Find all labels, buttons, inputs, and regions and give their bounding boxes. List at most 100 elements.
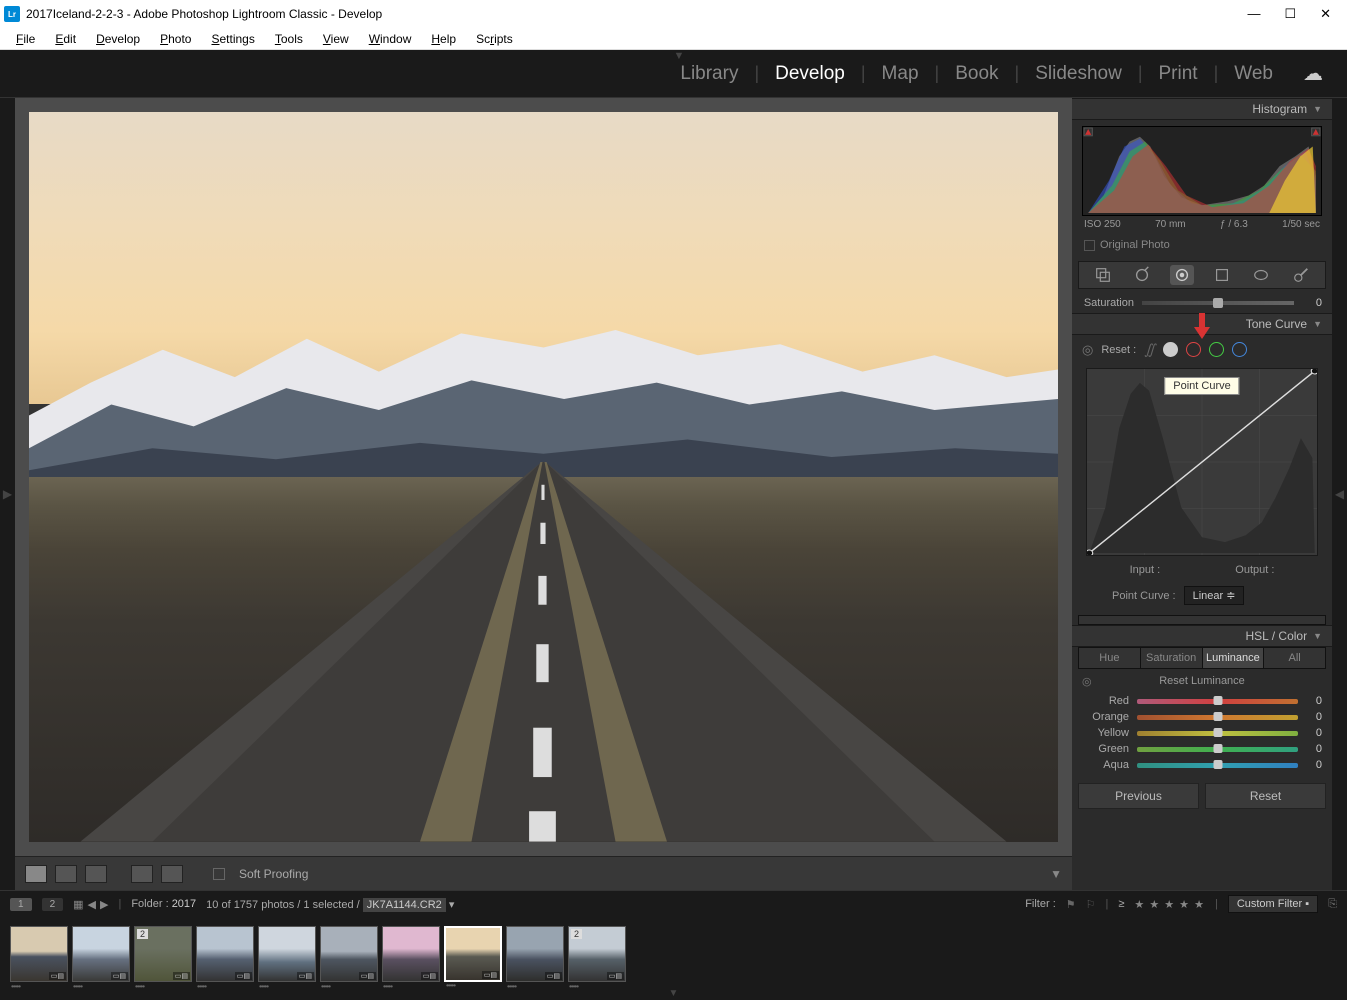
toolbar-menu-icon[interactable]: ▼ [1050,867,1062,881]
hsl-yellow-slider[interactable] [1137,731,1298,736]
menu-develop[interactable]: Develop [86,32,150,46]
tone-target-icon[interactable]: ◎ [1082,342,1093,358]
original-photo-checkbox[interactable] [1084,240,1095,251]
panel-switch[interactable] [1078,615,1326,625]
view-beforeafter-lr-button[interactable] [55,865,77,883]
channel-green-button[interactable] [1209,342,1224,357]
hsl-tab-saturation[interactable]: Saturation [1141,648,1203,668]
filter-lock-icon[interactable]: ⎘ [1328,898,1337,911]
view-loupe-button[interactable] [25,865,47,883]
adjustment-brush-tool[interactable] [1289,265,1313,285]
reset-button[interactable]: Reset [1205,783,1326,809]
module-tab-web[interactable]: Web [1218,63,1289,85]
preview-image [29,112,1058,842]
minimize-button[interactable]: — [1247,6,1260,22]
module-tab-library[interactable]: Library [664,63,754,85]
channel-red-button[interactable] [1186,342,1201,357]
thumbnail[interactable]: •••••▭▤ [444,926,502,982]
expand-top-icon[interactable]: ▼ [674,50,685,62]
saturation-slider[interactable] [1142,301,1294,305]
channel-blue-button[interactable] [1232,342,1247,357]
hsl-green-slider[interactable] [1137,747,1298,752]
iso-value: ISO 250 [1084,219,1121,230]
channel-rgb-icon[interactable]: ∬ [1144,341,1155,358]
filter-ge-label: ≥ [1118,898,1124,910]
hsl-orange-slider[interactable] [1137,715,1298,720]
soft-proofing-checkbox[interactable] [213,868,225,880]
module-tab-map[interactable]: Map [866,63,935,85]
grid-view-icon[interactable]: ▦ [73,898,83,911]
module-tab-develop[interactable]: Develop [759,63,861,85]
graduated-filter-tool[interactable] [1210,265,1234,285]
module-tab-book[interactable]: Book [939,63,1014,85]
soft-proofing-label: Soft Proofing [239,867,308,881]
filter-unflag-icon[interactable]: ⚐ [1086,898,1096,911]
menu-scripts[interactable]: Scripts [466,32,523,46]
histogram-header[interactable]: Histogram▼ [1072,98,1332,120]
previous-button[interactable]: Previous [1078,783,1199,809]
nav-fwd-icon[interactable]: ▶ [100,898,108,911]
histogram-meta: ISO 250 70 mm ƒ / 6.3 1/50 sec [1072,216,1332,233]
right-panel-scroll[interactable]: ◀ [1332,98,1347,890]
thumbnail[interactable]: •••••▭▤ [320,926,378,982]
tone-curve-graph[interactable]: Point Curve [1086,368,1318,556]
right-sidebar: Histogram▼ ISO 250 70 mm ƒ / 6.3 1/50 se… [1072,98,1332,890]
hsl-tab-all[interactable]: All [1264,648,1325,668]
saturation-label: Saturation [1082,297,1142,309]
hsl-tab-hue[interactable]: Hue [1079,648,1141,668]
point-curve-select[interactable]: Linear ≑ [1184,586,1245,605]
thumbnail[interactable]: •••••▭▤ [506,926,564,982]
hsl-target-icon[interactable]: ◎ [1082,675,1092,688]
menu-window[interactable]: Window [359,32,422,46]
saturation-value: 0 [1294,297,1322,309]
view-beforeafter-tb-button[interactable] [85,865,107,883]
aperture-value: ƒ / 6.3 [1220,219,1248,230]
thumbnail[interactable]: 2•••••▭▤ [134,926,192,982]
hsl-tabs: HueSaturationLuminanceAll [1078,647,1326,669]
module-tab-print[interactable]: Print [1143,63,1214,85]
monitor-2-button[interactable]: 2 [42,898,64,911]
radial-filter-tool[interactable] [1249,265,1273,285]
menu-view[interactable]: View [313,32,359,46]
annotation-arrow-icon [1192,313,1212,342]
thumbnail[interactable]: •••••▭▤ [196,926,254,982]
module-tab-slideshow[interactable]: Slideshow [1019,63,1138,85]
folder-path[interactable]: Folder : 2017 [131,898,196,910]
redeye-tool[interactable] [1170,265,1194,285]
filter-stars[interactable]: ★ ★ ★ ★ ★ [1134,898,1205,911]
spot-removal-tool[interactable] [1130,265,1154,285]
thumbnail[interactable]: •••••▭▤ [72,926,130,982]
hsl-tab-luminance[interactable]: Luminance [1203,648,1265,668]
custom-filter-select[interactable]: Custom Filter ▪ [1228,895,1318,913]
image-canvas[interactable] [15,98,1072,856]
hsl-green-value: 0 [1298,743,1322,755]
filter-flag-icon[interactable]: ⚑ [1066,898,1076,911]
maximize-button[interactable]: ☐ [1284,6,1296,22]
histogram[interactable] [1082,126,1322,216]
cloud-sync-icon[interactable]: ☁ [1303,61,1323,86]
view-survey-button[interactable] [161,865,183,883]
thumbnail[interactable]: •••••▭▤ [10,926,68,982]
hsl-red-slider[interactable] [1137,699,1298,704]
close-button[interactable]: ✕ [1320,6,1331,22]
app-icon: Lr [4,6,20,22]
nav-back-icon[interactable]: ◀ [88,898,96,911]
menu-tools[interactable]: Tools [265,32,313,46]
hsl-aqua-slider[interactable] [1137,763,1298,768]
thumbnail[interactable]: 2•••••▭▤ [568,926,626,982]
thumbnail[interactable]: •••••▭▤ [258,926,316,982]
menu-help[interactable]: Help [421,32,466,46]
monitor-1-button[interactable]: 1 [10,898,32,911]
hsl-aqua-label: Aqua [1082,759,1137,771]
menu-edit[interactable]: Edit [45,32,86,46]
thumbnail[interactable]: •••••▭▤ [382,926,440,982]
menu-settings[interactable]: Settings [201,32,264,46]
menu-file[interactable]: File [6,32,45,46]
crop-tool[interactable] [1091,265,1115,285]
expand-bottom-icon[interactable]: ▼ [0,990,1347,1000]
hsl-header[interactable]: HSL / Color▼ [1072,625,1332,647]
left-panel-toggle[interactable]: ▶ [0,98,15,890]
menu-photo[interactable]: Photo [150,32,201,46]
channel-point-button[interactable] [1163,342,1178,357]
view-compare-button[interactable] [131,865,153,883]
